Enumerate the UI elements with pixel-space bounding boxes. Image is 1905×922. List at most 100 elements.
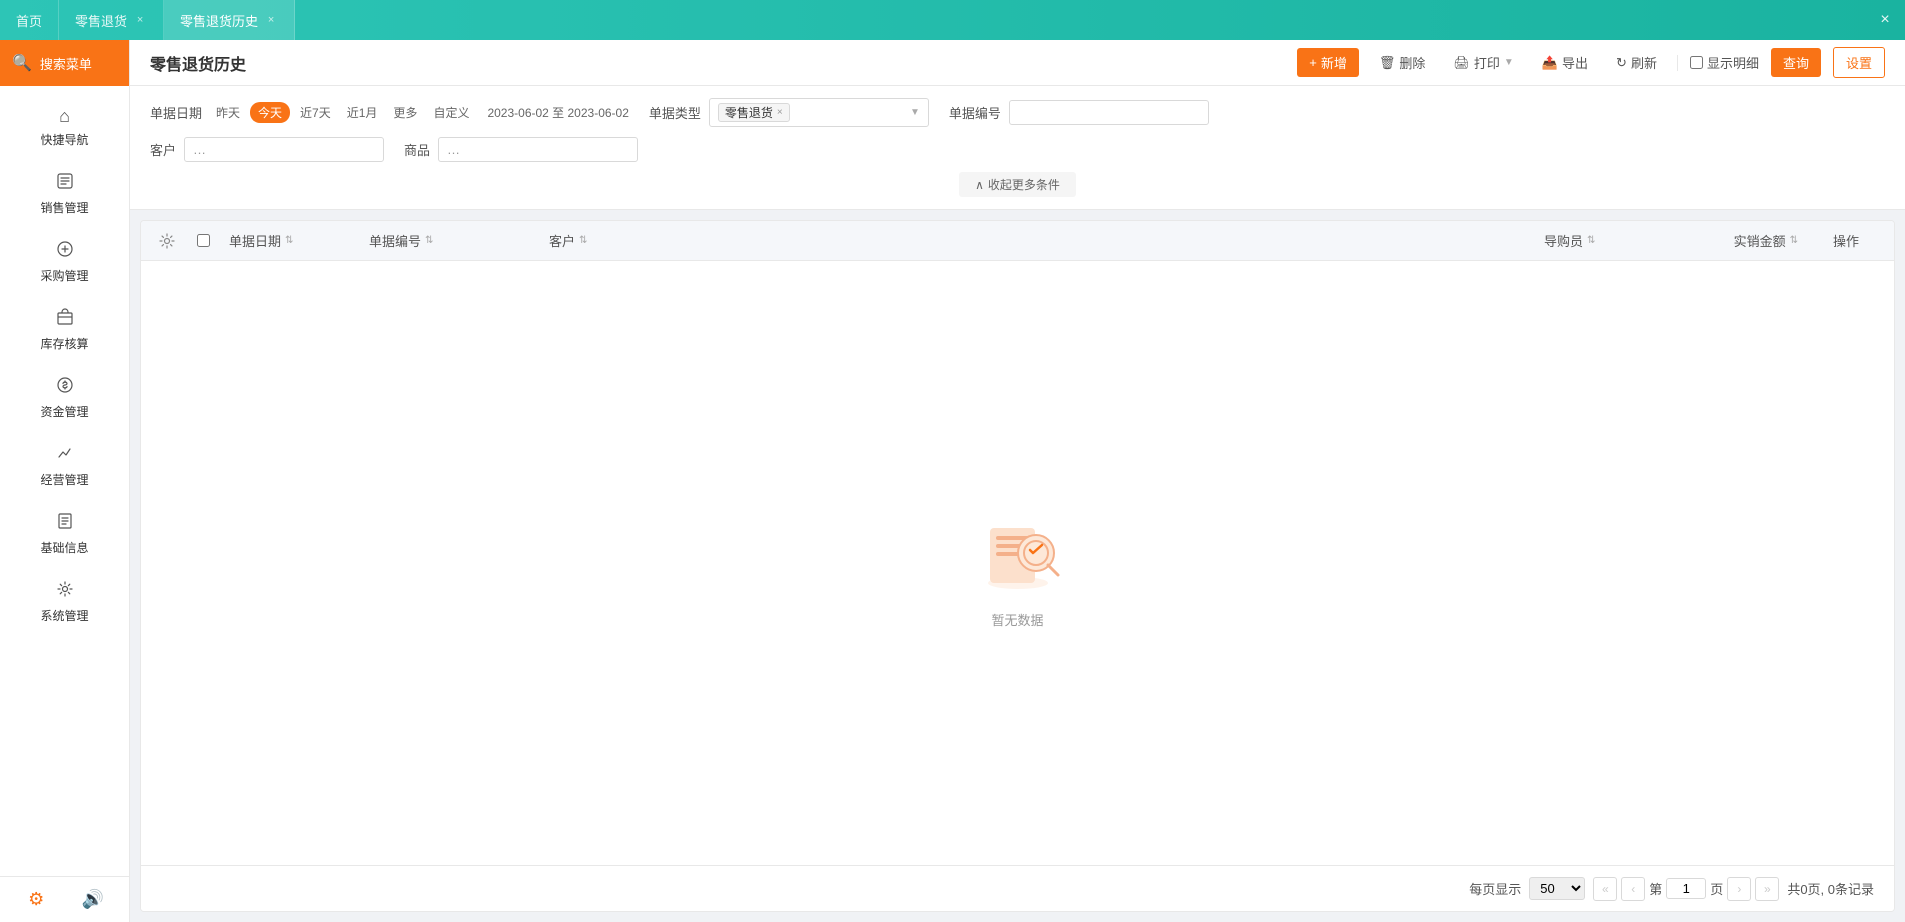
empty-state: 暂无数据 (141, 261, 1894, 865)
sidebar-item-finance-label: 资金管理 (40, 403, 88, 420)
page-label: 第 (1649, 879, 1662, 898)
sidebar-item-operation-label: 经营管理 (40, 471, 88, 488)
settings-bottom-button[interactable]: ⚙ (20, 884, 52, 916)
goods-label: 商品 (404, 140, 430, 159)
sidebar-item-sales-label: 销售管理 (40, 199, 88, 216)
date-btn-1month[interactable]: 近1月 (341, 102, 384, 123)
sidebar-search[interactable]: 🔍 搜索菜单 (0, 40, 129, 86)
doc-no-label: 单据编号 (949, 103, 1001, 122)
goods-ellipsis: … (447, 142, 460, 157)
date-btn-custom[interactable]: 自定义 (427, 102, 475, 123)
doc-type-label: 单据类型 (649, 103, 701, 122)
export-button[interactable]: 📤 导出 (1534, 49, 1596, 76)
toolbar-divider (1677, 55, 1678, 71)
filter-row-1: 单据日期 昨天 今天 近7天 近1月 更多 自定义 2023-06-02 至 2… (150, 98, 1885, 127)
tab-retail-return-close[interactable]: × (133, 13, 147, 27)
filter-collapse: ∧ 收起更多条件 (150, 172, 1885, 197)
tab-retail-return-history[interactable]: 零售退货历史 × (164, 0, 295, 40)
settings-button[interactable]: 设置 (1833, 47, 1885, 78)
window-close-button[interactable]: × (1865, 0, 1905, 40)
th-date: 单据日期 ⇅ (221, 231, 361, 250)
date-filter-label: 单据日期 (150, 103, 202, 122)
th-amount-sort[interactable]: ⇅ (1790, 235, 1798, 246)
collapse-label: 收起更多条件 (988, 176, 1060, 193)
sidebar-item-system-mgmt[interactable]: 系统管理 (0, 568, 129, 636)
page-title: 零售退货历史 (150, 51, 246, 75)
th-amount-label: 实销金额 (1734, 231, 1786, 250)
sidebar-item-operation[interactable]: 经营管理 (0, 432, 129, 500)
select-all-checkbox[interactable] (197, 234, 210, 247)
date-buttons: 昨天 今天 近7天 近1月 更多 自定义 (210, 102, 475, 123)
sidebar-search-label: 搜索菜单 (40, 54, 92, 73)
th-customer: 客户 ⇅ (541, 231, 1536, 250)
doc-type-select[interactable]: 零售退货 × ▼ (709, 98, 929, 127)
doc-no-input[interactable] (1009, 100, 1209, 125)
top-bar: 首页 零售退货 × 零售退货历史 × × (0, 0, 1905, 40)
sidebar: 🔍 搜索菜单 ⌂ 快捷导航 销售管理 采购管理 (0, 40, 130, 922)
date-btn-more[interactable]: 更多 (387, 102, 423, 123)
th-docno: 单据编号 ⇅ (361, 231, 541, 250)
th-customer-label: 客户 (549, 231, 575, 250)
sidebar-item-finance[interactable]: 资金管理 (0, 364, 129, 432)
query-button[interactable]: 查询 (1771, 48, 1821, 77)
page-input[interactable] (1666, 878, 1706, 899)
sidebar-item-quick-nav[interactable]: ⌂ 快捷导航 (0, 94, 129, 160)
delete-button[interactable]: 🗑 删除 (1371, 49, 1434, 76)
doc-type-tag-close[interactable]: × (777, 107, 783, 118)
tab-retail-return-history-label: 零售退货历史 (180, 11, 258, 30)
th-action: 操作 (1806, 231, 1886, 250)
table-header: 单据日期 ⇅ 单据编号 ⇅ 客户 ⇅ 导购员 ⇅ 实销金额 ⇅ (141, 221, 1894, 261)
page-unit: 页 (1710, 879, 1723, 898)
sidebar-item-sales-mgmt[interactable]: 销售管理 (0, 160, 129, 228)
next-page-button[interactable]: › (1727, 877, 1751, 901)
delete-icon: 🗑 (1379, 55, 1396, 71)
tab-home[interactable]: 首页 (0, 0, 59, 40)
th-date-sort[interactable]: ⇅ (285, 235, 293, 246)
table-settings-icon[interactable] (149, 233, 185, 249)
empty-icon (968, 498, 1068, 598)
query-label: 查询 (1783, 53, 1809, 72)
collapse-button[interactable]: ∧ 收起更多条件 (959, 172, 1076, 197)
volume-button[interactable]: 🔊 (77, 884, 109, 916)
table-select-all[interactable] (185, 234, 221, 247)
sidebar-item-inventory[interactable]: 库存核算 (0, 296, 129, 364)
date-btn-today[interactable]: 今天 (250, 102, 290, 123)
th-action-label: 操作 (1833, 231, 1859, 250)
operation-icon (56, 444, 74, 467)
sidebar-item-basic-info[interactable]: 基础信息 (0, 500, 129, 568)
refresh-icon: ↻ (1616, 55, 1627, 71)
tab-retail-return-history-close[interactable]: × (264, 13, 278, 27)
sidebar-item-purchase-mgmt[interactable]: 采购管理 (0, 228, 129, 296)
add-button[interactable]: + 新增 (1297, 48, 1359, 77)
date-btn-7days[interactable]: 近7天 (294, 102, 337, 123)
refresh-button[interactable]: ↻ 刷新 (1608, 49, 1665, 76)
tab-retail-return[interactable]: 零售退货 × (59, 0, 164, 40)
th-date-label: 单据日期 (229, 231, 281, 250)
th-docno-sort[interactable]: ⇅ (425, 235, 433, 246)
print-icon: 🖨 (1453, 55, 1470, 71)
print-dropdown-icon: ▼ (1504, 57, 1514, 68)
doc-type-tag: 零售退货 × (718, 103, 790, 122)
refresh-label: 刷新 (1631, 53, 1657, 72)
delete-label: 删除 (1399, 53, 1425, 72)
display-toggle[interactable]: 显示明细 (1690, 53, 1759, 72)
last-page-button[interactable]: » (1755, 877, 1779, 901)
purchase-icon (56, 240, 74, 263)
filter-area: 单据日期 昨天 今天 近7天 近1月 更多 自定义 2023-06-02 至 2… (130, 86, 1905, 210)
date-btn-yesterday[interactable]: 昨天 (210, 102, 246, 123)
tab-retail-return-label: 零售退货 (75, 11, 127, 30)
per-page-select[interactable]: 50 100 200 (1529, 877, 1585, 900)
doc-no-filter: 单据编号 (949, 100, 1209, 125)
goods-select[interactable]: … (438, 137, 638, 162)
print-label: 打印 (1474, 53, 1500, 72)
customer-select[interactable]: … (184, 137, 384, 162)
empty-text: 暂无数据 (991, 610, 1043, 629)
print-button[interactable]: 🖨 打印 ▼ (1445, 49, 1521, 76)
th-guide-sort[interactable]: ⇅ (1587, 235, 1595, 246)
prev-page-button[interactable]: ‹ (1621, 877, 1645, 901)
display-checkbox[interactable] (1690, 56, 1703, 69)
toolbar: + 新增 🗑 删除 🖨 打印 ▼ 📤 导出 ↻ 刷 (1297, 47, 1885, 78)
th-customer-sort[interactable]: ⇅ (579, 235, 587, 246)
customer-ellipsis: … (193, 142, 206, 157)
first-page-button[interactable]: « (1593, 877, 1617, 901)
